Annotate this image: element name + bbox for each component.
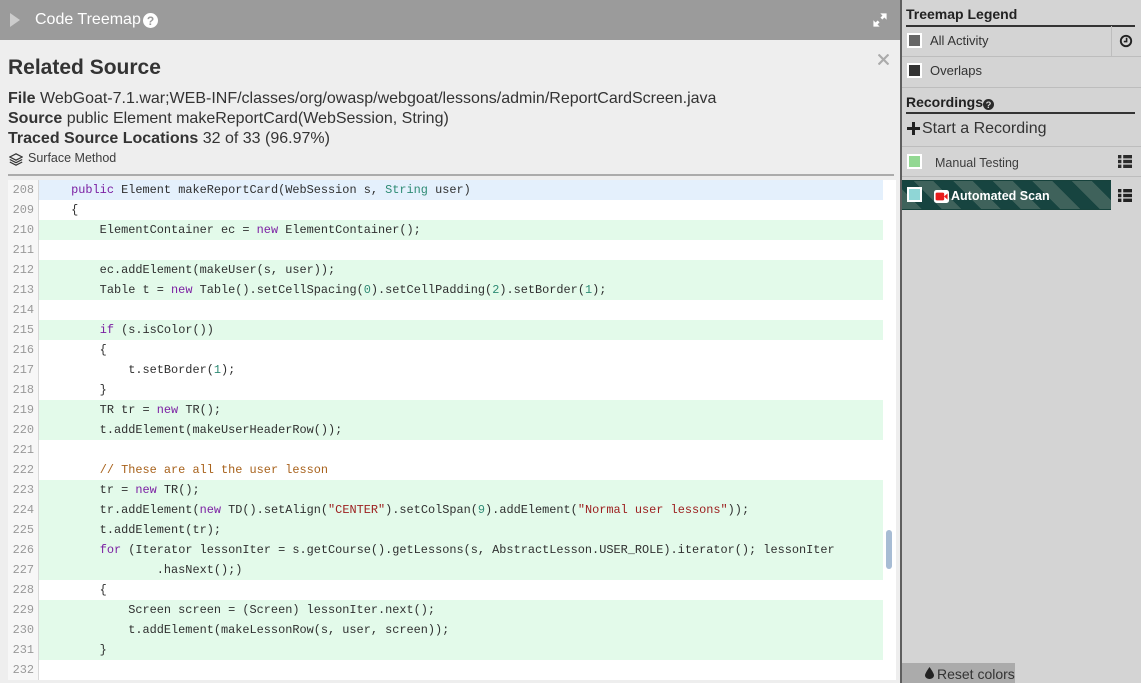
- svg-text:?: ?: [147, 14, 154, 28]
- svg-text:?: ?: [986, 100, 992, 110]
